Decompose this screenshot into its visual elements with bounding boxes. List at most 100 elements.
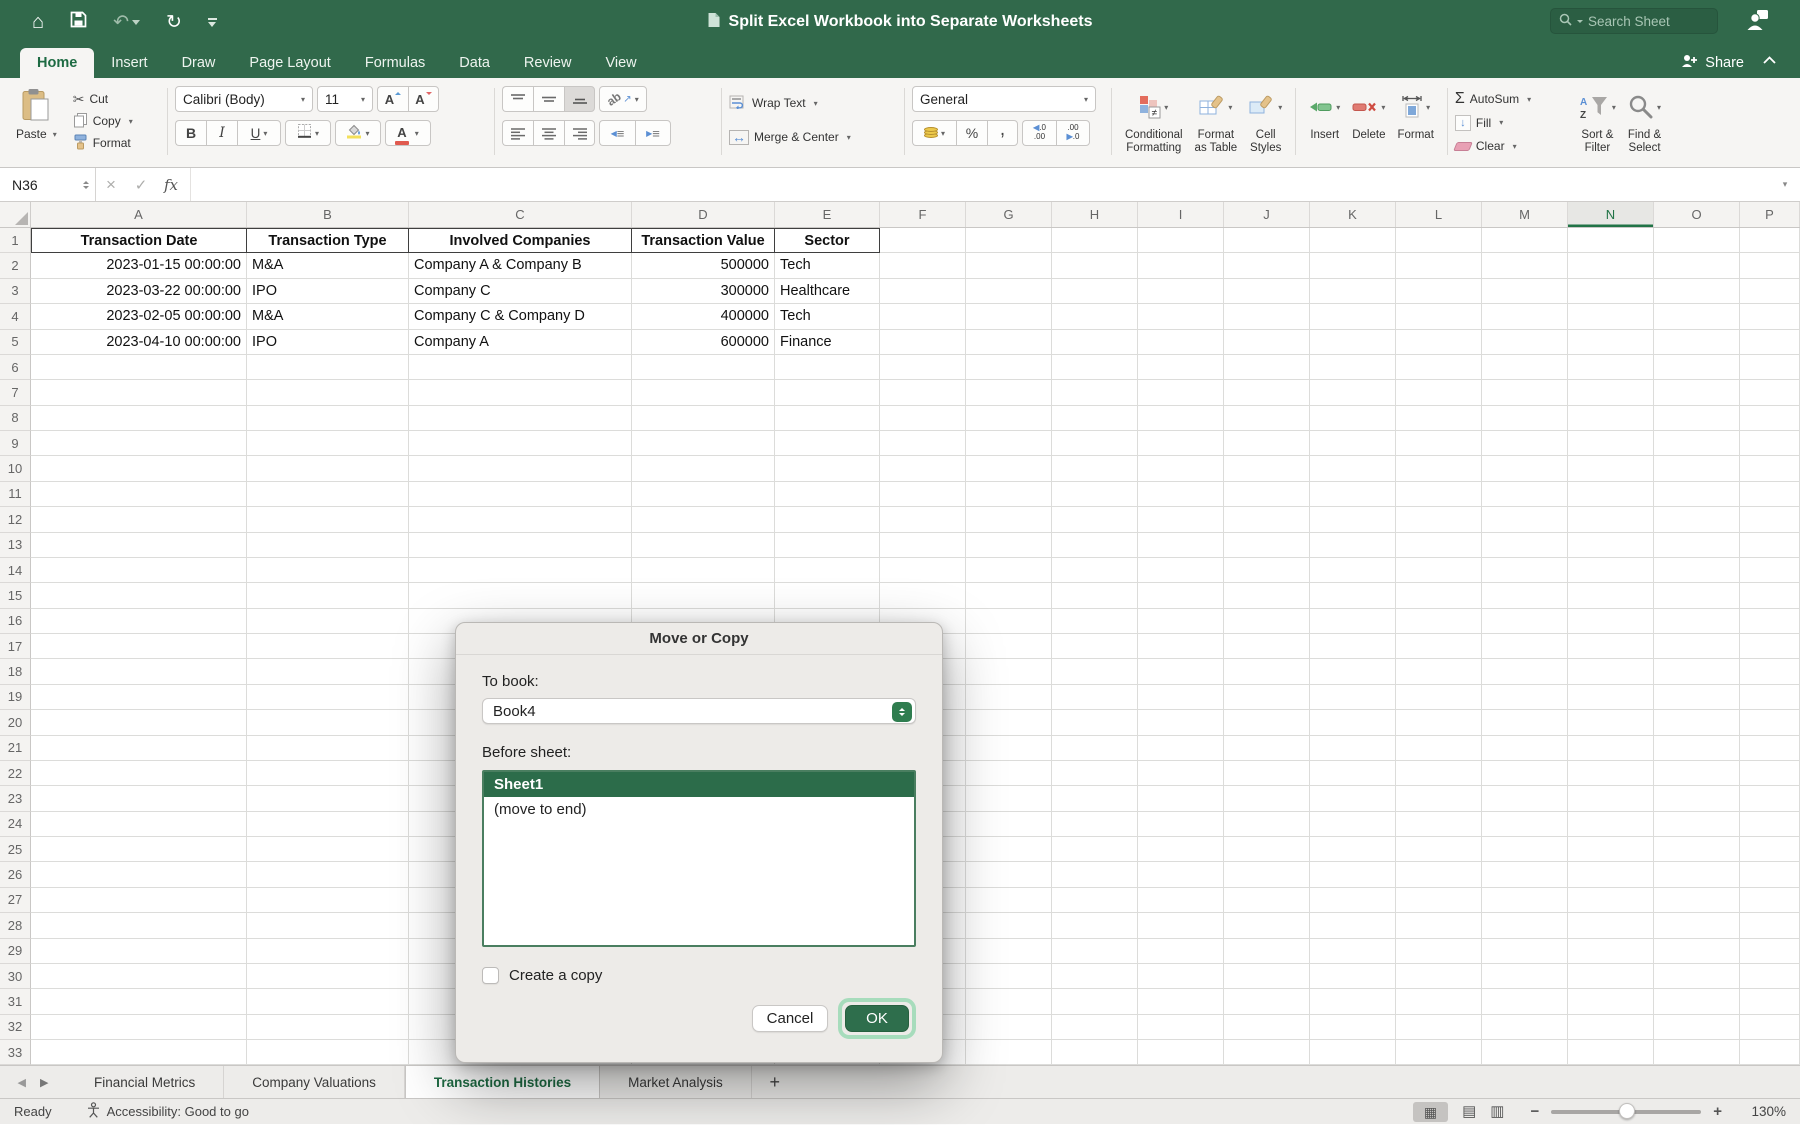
cell-N18[interactable] — [1568, 659, 1654, 684]
row-header-16[interactable]: 16 — [0, 609, 31, 634]
cell-M8[interactable] — [1482, 406, 1568, 431]
cell-K12[interactable] — [1310, 507, 1396, 532]
cell-H14[interactable] — [1052, 558, 1138, 583]
cell-A15[interactable] — [31, 583, 247, 608]
cell-J23[interactable] — [1224, 786, 1310, 811]
cell-I28[interactable] — [1138, 913, 1224, 938]
cell-P3[interactable] — [1740, 279, 1800, 304]
cell-B18[interactable] — [247, 659, 409, 684]
align-left-button[interactable] — [502, 120, 533, 146]
row-header-25[interactable]: 25 — [0, 837, 31, 862]
percent-style-button[interactable]: % — [956, 120, 987, 146]
cell-H29[interactable] — [1052, 939, 1138, 964]
customize-toolbar-icon[interactable] — [208, 18, 217, 27]
cell-L30[interactable] — [1396, 964, 1482, 989]
cell-E3[interactable]: Healthcare — [775, 279, 880, 304]
cell-I25[interactable] — [1138, 837, 1224, 862]
cell-B30[interactable] — [247, 964, 409, 989]
cell-K11[interactable] — [1310, 482, 1396, 507]
cell-I22[interactable] — [1138, 761, 1224, 786]
cell-P26[interactable] — [1740, 862, 1800, 887]
column-header-I[interactable]: I — [1138, 202, 1224, 227]
cell-G29[interactable] — [966, 939, 1052, 964]
cell-A21[interactable] — [31, 736, 247, 761]
cell-B8[interactable] — [247, 406, 409, 431]
cell-A14[interactable] — [31, 558, 247, 583]
cell-L23[interactable] — [1396, 786, 1482, 811]
cell-P1[interactable] — [1740, 228, 1800, 253]
tab-view[interactable]: View — [588, 48, 653, 78]
cell-I1[interactable] — [1138, 228, 1224, 253]
cell-I30[interactable] — [1138, 964, 1224, 989]
cell-F5[interactable] — [880, 330, 966, 355]
cell-J22[interactable] — [1224, 761, 1310, 786]
zoom-slider[interactable] — [1551, 1110, 1701, 1114]
copy-button[interactable]: Copy▾ — [73, 110, 133, 132]
cell-H1[interactable] — [1052, 228, 1138, 253]
cell-O33[interactable] — [1654, 1040, 1740, 1065]
cell-M23[interactable] — [1482, 786, 1568, 811]
sheet-tab-company-valuations[interactable]: Company Valuations — [224, 1066, 405, 1098]
cell-F13[interactable] — [880, 533, 966, 558]
cell-M3[interactable] — [1482, 279, 1568, 304]
cell-A33[interactable] — [31, 1040, 247, 1065]
cell-L24[interactable] — [1396, 812, 1482, 837]
cell-K31[interactable] — [1310, 989, 1396, 1014]
cell-M17[interactable] — [1482, 634, 1568, 659]
number-format-select[interactable]: General▾ — [912, 86, 1096, 112]
page-layout-view-icon[interactable]: ▤ — [1462, 1104, 1476, 1119]
cell-J12[interactable] — [1224, 507, 1310, 532]
cell-P2[interactable] — [1740, 253, 1800, 278]
cell-H30[interactable] — [1052, 964, 1138, 989]
cell-G16[interactable] — [966, 609, 1052, 634]
cell-O29[interactable] — [1654, 939, 1740, 964]
cell-I12[interactable] — [1138, 507, 1224, 532]
cell-P14[interactable] — [1740, 558, 1800, 583]
cell-C5[interactable]: Company A — [409, 330, 632, 355]
cell-C7[interactable] — [409, 380, 632, 405]
save-icon[interactable] — [70, 11, 87, 33]
cell-A28[interactable] — [31, 913, 247, 938]
cell-D3[interactable]: 300000 — [632, 279, 775, 304]
cell-O1[interactable] — [1654, 228, 1740, 253]
bold-button[interactable]: B — [175, 120, 206, 146]
cell-K27[interactable] — [1310, 888, 1396, 913]
row-header-26[interactable]: 26 — [0, 862, 31, 887]
cell-G32[interactable] — [966, 1015, 1052, 1040]
cell-F7[interactable] — [880, 380, 966, 405]
cell-A24[interactable] — [31, 812, 247, 837]
to-book-select[interactable]: Book4 — [482, 698, 916, 724]
cell-C13[interactable] — [409, 533, 632, 558]
cell-J7[interactable] — [1224, 380, 1310, 405]
cell-K10[interactable] — [1310, 456, 1396, 481]
create-copy-row[interactable]: Create a copy — [482, 967, 916, 984]
cell-D12[interactable] — [632, 507, 775, 532]
cell-K7[interactable] — [1310, 380, 1396, 405]
cell-B33[interactable] — [247, 1040, 409, 1065]
cell-G9[interactable] — [966, 431, 1052, 456]
cell-F15[interactable] — [880, 583, 966, 608]
cell-B11[interactable] — [247, 482, 409, 507]
cell-D15[interactable] — [632, 583, 775, 608]
cell-M14[interactable] — [1482, 558, 1568, 583]
row-header-7[interactable]: 7 — [0, 380, 31, 405]
cell-K20[interactable] — [1310, 710, 1396, 735]
cell-A16[interactable] — [31, 609, 247, 634]
cell-O6[interactable] — [1654, 355, 1740, 380]
cell-K26[interactable] — [1310, 862, 1396, 887]
cell-O32[interactable] — [1654, 1015, 1740, 1040]
cell-K16[interactable] — [1310, 609, 1396, 634]
decrease-indent-button[interactable]: ◀≡ — [599, 120, 635, 146]
cell-H31[interactable] — [1052, 989, 1138, 1014]
cell-G23[interactable] — [966, 786, 1052, 811]
row-header-21[interactable]: 21 — [0, 736, 31, 761]
cell-L2[interactable] — [1396, 253, 1482, 278]
cell-G22[interactable] — [966, 761, 1052, 786]
tab-insert[interactable]: Insert — [94, 48, 164, 78]
cell-L7[interactable] — [1396, 380, 1482, 405]
row-header-23[interactable]: 23 — [0, 786, 31, 811]
cell-M22[interactable] — [1482, 761, 1568, 786]
cell-styles-button[interactable]: ▾ Cell Styles — [1243, 86, 1288, 157]
cell-N20[interactable] — [1568, 710, 1654, 735]
cell-E5[interactable]: Finance — [775, 330, 880, 355]
